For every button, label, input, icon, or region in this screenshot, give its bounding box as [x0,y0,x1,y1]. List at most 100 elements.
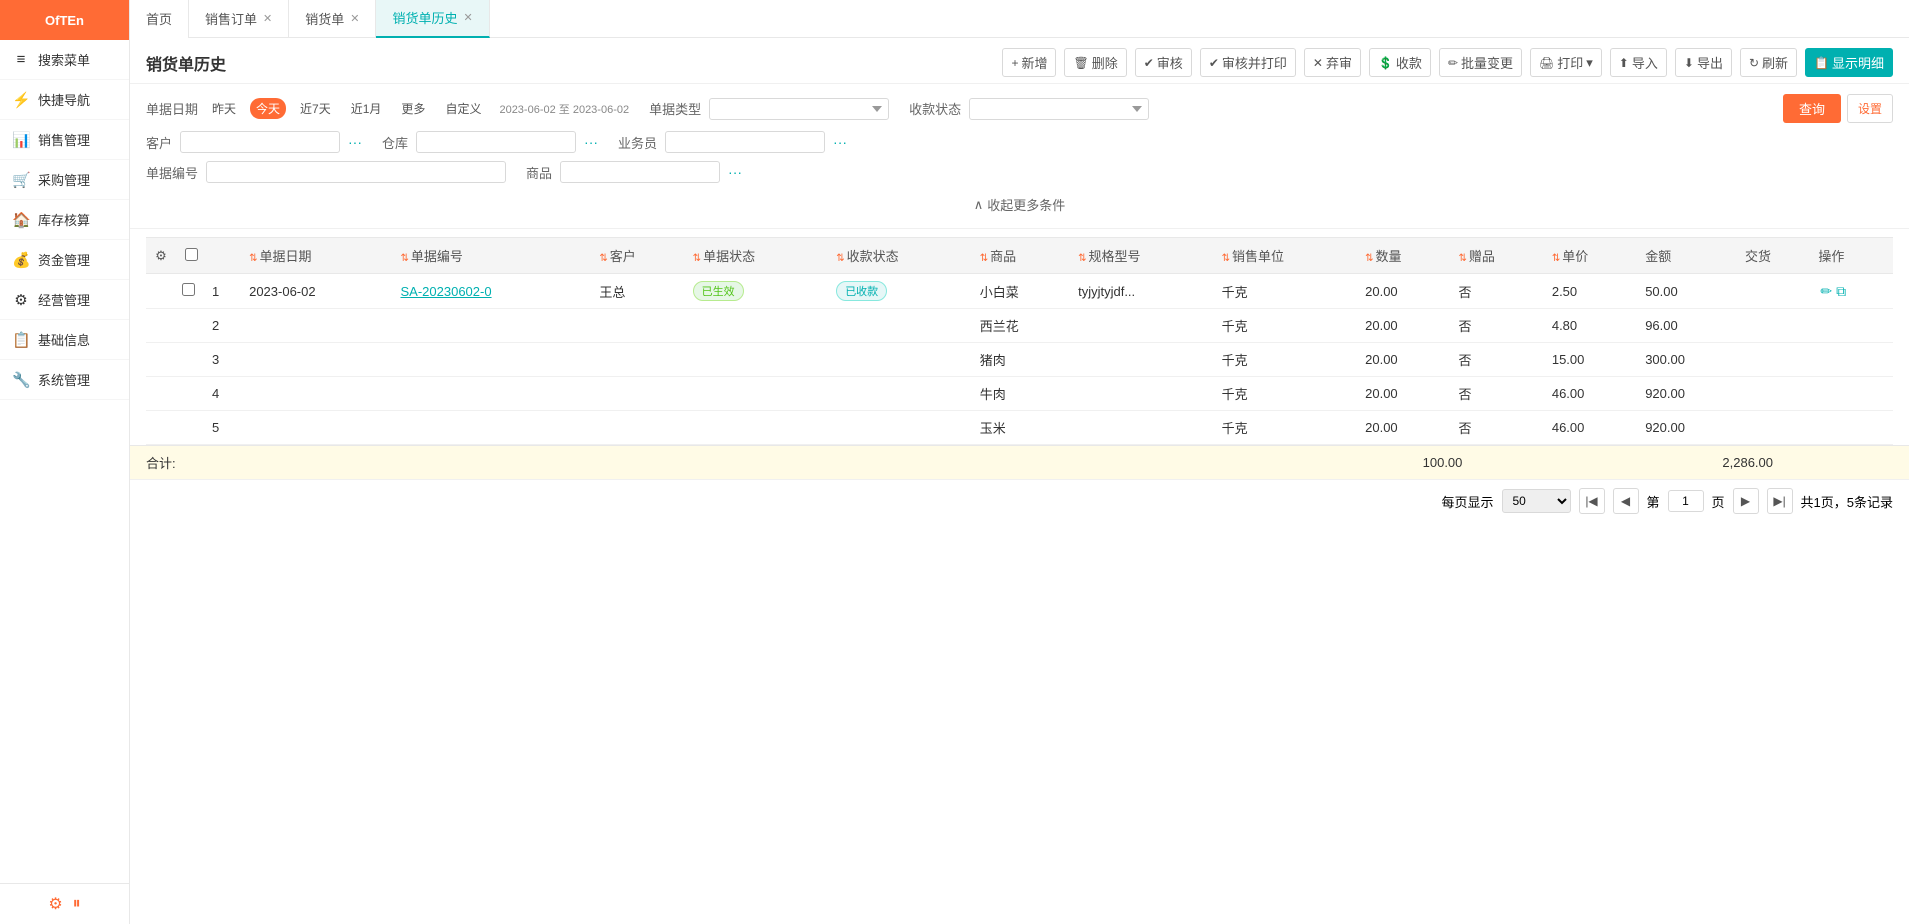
query-actions: 查询 设置 [1783,94,1893,123]
warehouse-input[interactable] [416,131,576,153]
date-btn-today[interactable]: 今天 [250,98,286,119]
row-doc-date [243,343,394,377]
row-checkbox[interactable] [176,377,206,411]
audit-button[interactable]: ✔ 审核 [1135,48,1192,77]
show-details-button[interactable]: 📋 显示明细 [1805,48,1893,77]
settings-icon[interactable]: ⚙ [48,894,62,914]
date-btn-custom[interactable]: 自定义 [439,98,487,119]
row-checkbox[interactable] [176,343,206,377]
tab-home[interactable]: 首页 [130,0,189,38]
th-gift[interactable]: ⇅赠品 [1452,238,1545,274]
close-tab-sales-order[interactable]: ✕ [263,12,272,25]
row-select-checkbox[interactable] [182,283,195,296]
sys-mgmt-icon: 🔧 [12,371,30,389]
import-button[interactable]: ⬆ 导入 [1610,48,1667,77]
th-goods[interactable]: ⇅商品 [974,238,1072,274]
first-page-btn[interactable]: |◀ [1579,488,1605,514]
date-btn-yesterday[interactable]: 昨天 [206,98,242,119]
sidebar-item-inventory[interactable]: 🏠 库存核算 [0,200,129,240]
tab-sales-order[interactable]: 销售订单 ✕ [189,0,289,38]
row-checkbox[interactable] [176,411,206,445]
sidebar-item-sales-mgmt[interactable]: 📊 销售管理 [0,120,129,160]
row-collect-status [830,343,974,377]
sidebar-item-search-menu[interactable]: ≡ 搜索菜单 [0,40,129,80]
sidebar-item-sys-mgmt[interactable]: 🔧 系统管理 [0,360,129,400]
quick-nav-icon: ⚡ [12,91,30,109]
row-num: 4 [206,377,243,411]
th-qty[interactable]: ⇅数量 [1359,238,1452,274]
customer-dots[interactable]: ··· [348,134,362,150]
filter-collapse-btn[interactable]: ∧ 收起更多条件 [146,191,1893,218]
page-size-select[interactable]: 50 100 200 [1502,489,1571,513]
delete-button[interactable]: 🗑 删除 [1064,48,1126,77]
doc-number-input[interactable] [206,161,506,183]
export-button[interactable]: ⬇ 导出 [1675,48,1732,77]
doc-number-link[interactable]: SA-20230602-0 [401,284,492,299]
audit-print-button[interactable]: ✔ 审核并打印 [1200,48,1296,77]
doc-type-label: 单据类型 [649,99,701,118]
date-btn-1month[interactable]: 近1月 [345,98,388,119]
sidebar-item-finance-mgmt[interactable]: 💰 资金管理 [0,240,129,280]
print-button[interactable]: 🖨 打印 ▾ [1530,48,1602,77]
th-transaction: 交货 [1739,238,1812,274]
pause-icon[interactable]: ⏸ [73,895,81,913]
salesperson-input[interactable] [665,131,825,153]
tab-sales-goods[interactable]: 销货单 ✕ [289,0,376,38]
row-checkbox[interactable] [176,309,206,343]
warehouse-label: 仓库 [382,133,408,152]
row-goods: 小白菜 [974,274,1072,309]
th-unit-price[interactable]: ⇅单价 [1546,238,1639,274]
filter-row-2: 客户 ··· 仓库 ··· 业务员 ··· [146,131,1893,153]
prev-page-btn[interactable]: ◀ [1613,488,1639,514]
row-goods: 玉米 [974,411,1072,445]
row-doc-status [687,343,831,377]
refresh-button[interactable]: ↻ 刷新 [1740,48,1797,77]
goods-input[interactable] [560,161,720,183]
sidebar-item-quick-nav[interactable]: ⚡ 快捷导航 [0,80,129,120]
new-button[interactable]: + 新增 [1002,48,1056,77]
batch-change-button[interactable]: ✏ 批量变更 [1439,48,1522,77]
row-qty: 20.00 [1359,274,1452,309]
tab-sales-history[interactable]: 销货单历史 ✕ [376,0,489,38]
close-tab-sales-history[interactable]: ✕ [464,11,473,24]
next-page-btn[interactable]: ▶ [1733,488,1759,514]
page-number-input[interactable] [1668,490,1704,512]
row-doc-status [687,411,831,445]
select-all-checkbox[interactable] [185,248,198,261]
sidebar-item-purchase-mgmt[interactable]: 🛒 采购管理 [0,160,129,200]
salesperson-dots[interactable]: ··· [833,134,847,150]
customer-input[interactable] [180,131,340,153]
print-icon: 🖨 [1539,56,1554,70]
abandon-button[interactable]: ✕ 弃审 [1304,48,1361,77]
close-tab-sales-goods[interactable]: ✕ [350,12,359,25]
row-unit: 千克 [1216,309,1360,343]
collect-status-select[interactable] [969,98,1149,120]
th-spec[interactable]: ⇅规格型号 [1072,238,1216,274]
doc-type-select[interactable] [709,98,889,120]
date-btn-7days[interactable]: 近7天 [294,98,337,119]
th-collect-status[interactable]: ⇅收款状态 [830,238,974,274]
warehouse-dots[interactable]: ··· [584,134,598,150]
row-gear [146,309,176,343]
filter-settings-button[interactable]: 设置 [1847,94,1893,123]
sidebar-item-ops-mgmt[interactable]: ⚙ 经营管理 [0,280,129,320]
collect-button[interactable]: 💲 收款 [1369,48,1431,77]
th-unit[interactable]: ⇅销售单位 [1216,238,1360,274]
goods-dots[interactable]: ··· [728,164,742,180]
copy-icon[interactable]: ⧉ [1836,283,1846,299]
filter-doc-number: 单据编号 [146,161,506,183]
th-customer[interactable]: ⇅客户 [593,238,686,274]
row-checkbox[interactable] [176,274,206,309]
th-gear[interactable]: ⚙ [146,238,176,274]
th-doc-status[interactable]: ⇅单据状态 [687,238,831,274]
audit-print-icon: ✔ [1209,56,1219,70]
th-doc-date[interactable]: ⇅单据日期 [243,238,394,274]
print-dropdown-icon: ▾ [1586,55,1593,71]
th-doc-number[interactable]: ⇅单据编号 [395,238,594,274]
date-btn-more[interactable]: 更多 [395,98,431,119]
query-button[interactable]: 查询 [1783,94,1841,123]
row-gift: 否 [1452,411,1545,445]
sidebar-item-basic-info[interactable]: 📋 基础信息 [0,320,129,360]
last-page-btn[interactable]: ▶| [1767,488,1793,514]
edit-icon[interactable]: ✏ [1820,283,1832,299]
